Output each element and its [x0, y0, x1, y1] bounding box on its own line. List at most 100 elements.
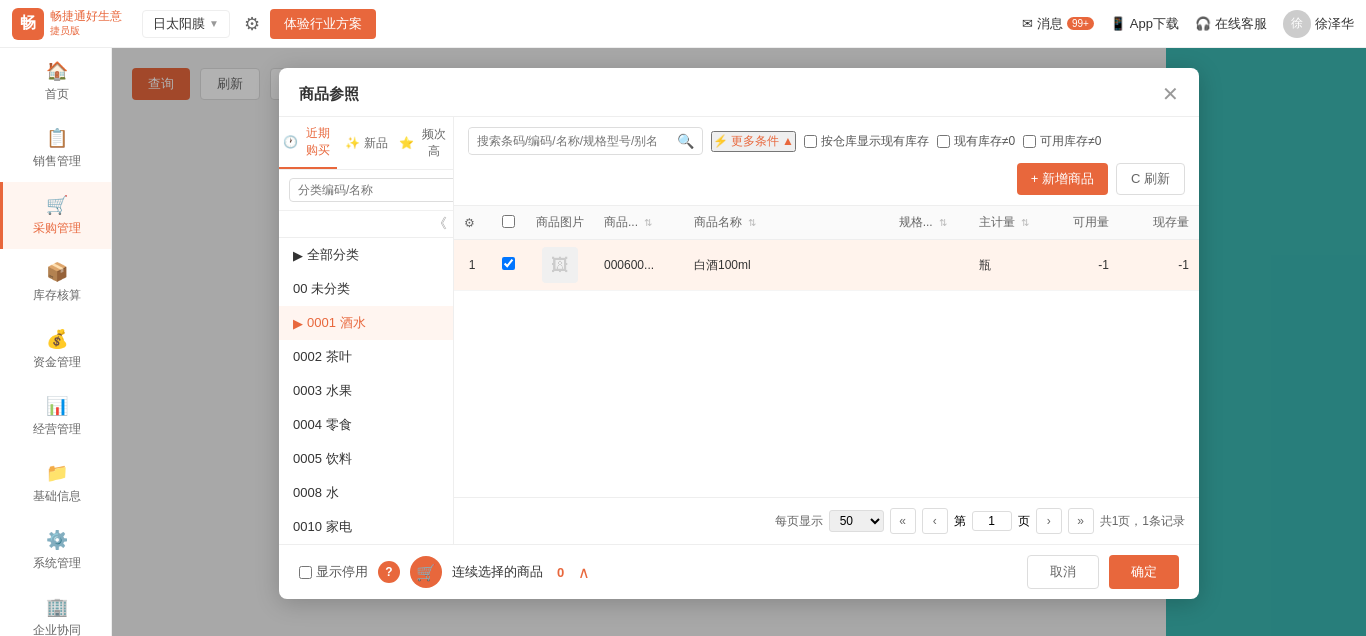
cancel-button[interactable]: 取消 — [1027, 555, 1099, 589]
modal-header: 商品参照 ✕ — [279, 68, 1199, 117]
select-all-checkbox[interactable] — [502, 215, 515, 228]
headset-icon: 🎧 — [1195, 16, 1211, 31]
customer-service-button[interactable]: 🎧 在线客服 — [1195, 15, 1267, 33]
sidebar-item-base[interactable]: 📁 基础信息 — [0, 450, 111, 517]
top-navigation: 畅 畅捷通好生意 捷员版 日太阳膜 ▼ ⚙ 体验行业方案 ✉ 消息 99+ 📱 … — [0, 0, 1366, 48]
sidebar-item-home[interactable]: 🏠 首页 — [0, 48, 111, 115]
user-avatar-area[interactable]: 徐 徐泽华 — [1283, 10, 1354, 38]
cat-item-0008[interactable]: 0008 水 — [279, 476, 453, 510]
per-page-select[interactable]: 50 10 20 100 — [829, 510, 884, 532]
table-gear-icon[interactable]: ⚙ — [464, 216, 475, 230]
toolbar-right: + 新增商品 C 刷新 — [1017, 163, 1185, 195]
sidebar-label-base: 基础信息 — [33, 488, 81, 505]
cat-item-00[interactable]: 00 未分类 — [279, 272, 453, 306]
col-header-stock: 现存量 — [1119, 206, 1199, 240]
row-name: 白酒100ml — [684, 240, 889, 291]
avatar: 徐 — [1283, 10, 1311, 38]
row-unit: 瓶 — [969, 240, 1039, 291]
sales-icon: 📋 — [46, 127, 68, 149]
cat-item-0010[interactable]: 0010 家电 — [279, 510, 453, 544]
collapse-button[interactable]: 《 — [279, 211, 453, 238]
cat-item-0005[interactable]: 0005 饮料 — [279, 442, 453, 476]
product-search-button[interactable]: 🔍 — [669, 128, 702, 154]
cat-item-0004[interactable]: 0004 零食 — [279, 408, 453, 442]
sidebar-item-purchase[interactable]: 🛒 采购管理 — [0, 182, 111, 249]
page-input[interactable] — [972, 511, 1012, 531]
col-header-code[interactable]: 商品... ⇅ — [594, 206, 684, 240]
last-page-button[interactable]: » — [1068, 508, 1094, 534]
sidebar-label-system: 系统管理 — [33, 555, 81, 572]
product-search-input[interactable] — [469, 129, 669, 153]
show-disabled-checkbox[interactable]: 显示停用 — [299, 563, 368, 581]
recent-icon: 🕐 — [283, 135, 298, 149]
confirm-button[interactable]: 确定 — [1109, 555, 1179, 589]
stock-nonzero-checkbox[interactable]: 现有库存≠0 — [937, 133, 1015, 150]
experience-button[interactable]: 体验行业方案 — [270, 9, 376, 39]
page-label: 第 — [954, 513, 966, 530]
company-name: 日太阳膜 — [153, 15, 205, 33]
row-checkbox[interactable] — [502, 257, 515, 270]
company-selector[interactable]: 日太阳膜 ▼ — [142, 10, 230, 38]
tab-frequent[interactable]: ⭐ 频次高 — [395, 117, 453, 169]
first-page-button[interactable]: « — [890, 508, 916, 534]
sidebar-item-sales[interactable]: 📋 销售管理 — [0, 115, 111, 182]
operation-icon: 📊 — [46, 395, 68, 417]
col-header-name[interactable]: 商品名称 ⇅ — [684, 206, 889, 240]
filter-button[interactable]: ⚡ 更多条件 ▲ — [711, 131, 796, 152]
selected-count: 0 — [557, 565, 564, 580]
cat-item-0002[interactable]: 0002 茶叶 — [279, 340, 453, 374]
table-row[interactable]: 1 🖼 000600... 白酒100ml 瓶 — [454, 240, 1199, 291]
sidebar-item-enterprise[interactable]: 🏢 企业协同 — [0, 584, 111, 636]
row-stock: -1 — [1119, 240, 1199, 291]
cart-icon[interactable]: 🛒 — [410, 556, 442, 588]
row-index: 1 — [454, 240, 490, 291]
message-badge: 99+ — [1067, 17, 1094, 30]
warehouse-checkbox-input[interactable] — [804, 135, 817, 148]
add-product-button[interactable]: + 新增商品 — [1017, 163, 1108, 195]
filter-arrow-up-icon: ▲ — [782, 134, 794, 148]
finance-icon: 💰 — [46, 328, 68, 350]
tab-new[interactable]: ✨ 新品 — [337, 117, 395, 169]
product-toolbar: 🔍 ⚡ 更多条件 ▲ 按仓库显示现有库存 — [454, 117, 1199, 206]
cat-item-all[interactable]: ▶ 全部分类 — [279, 238, 453, 272]
footer-collapse-icon[interactable]: ∧ — [578, 563, 590, 582]
settings-icon[interactable]: ⚙ — [244, 13, 260, 35]
category-panel: 🕐 近期购买 ✨ 新品 ⭐ 频次高 — [279, 117, 454, 544]
next-page-button[interactable]: › — [1036, 508, 1062, 534]
messages-button[interactable]: ✉ 消息 99+ — [1022, 15, 1094, 33]
sort-name-icon: ⇅ — [748, 217, 756, 228]
warehouse-display-checkbox[interactable]: 按仓库显示现有库存 — [804, 133, 929, 150]
col-header-unit[interactable]: 主计量 ⇅ — [969, 206, 1039, 240]
category-tabs: 🕐 近期购买 ✨ 新品 ⭐ 频次高 — [279, 117, 453, 170]
sidebar-item-inventory[interactable]: 📦 库存核算 — [0, 249, 111, 316]
page-info: 共1页，1条记录 — [1100, 513, 1185, 530]
prev-page-button[interactable]: ‹ — [922, 508, 948, 534]
message-icon: ✉ — [1022, 16, 1033, 31]
help-icon[interactable]: ? — [378, 561, 400, 583]
home-icon: 🏠 — [46, 60, 68, 82]
all-arrow-icon: ▶ — [293, 248, 303, 263]
modal-close-button[interactable]: ✕ — [1162, 82, 1179, 106]
sidebar-item-system[interactable]: ⚙️ 系统管理 — [0, 517, 111, 584]
avail-nonzero-input[interactable] — [1023, 135, 1036, 148]
category-search-input[interactable] — [289, 178, 454, 202]
sidebar-label-purchase: 采购管理 — [33, 220, 81, 237]
product-search-box: 🔍 — [468, 127, 703, 155]
refresh-button[interactable]: C 刷新 — [1116, 163, 1185, 195]
show-disabled-input[interactable] — [299, 566, 312, 579]
category-list: ▶ 全部分类 00 未分类 ▶ 0001 酒水 0002 茶 — [279, 238, 453, 544]
stock-nonzero-input[interactable] — [937, 135, 950, 148]
product-table-wrap: ⚙ 商品图片 商品... ⇅ — [454, 206, 1199, 497]
col-header-spec[interactable]: 规格... ⇅ — [889, 206, 969, 240]
sort-code-icon: ⇅ — [644, 217, 652, 228]
cat-item-0001[interactable]: ▶ 0001 酒水 — [279, 306, 453, 340]
chevron-down-icon: ▼ — [209, 18, 219, 29]
product-image: 🖼 — [542, 247, 578, 283]
avail-nonzero-checkbox[interactable]: 可用库存≠0 — [1023, 133, 1101, 150]
footer-buttons: 取消 确定 — [1027, 555, 1179, 589]
app-download-button[interactable]: 📱 App下载 — [1110, 15, 1179, 33]
tab-recent[interactable]: 🕐 近期购买 — [279, 117, 337, 169]
sidebar-item-operation[interactable]: 📊 经营管理 — [0, 383, 111, 450]
sidebar-item-finance[interactable]: 💰 资金管理 — [0, 316, 111, 383]
cat-item-0003[interactable]: 0003 水果 — [279, 374, 453, 408]
